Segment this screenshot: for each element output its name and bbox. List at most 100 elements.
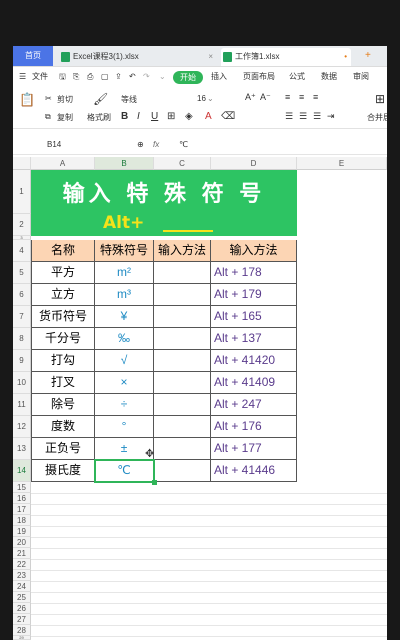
title-banner[interactable]: 输入 特 殊 符 号 Alt+ xyxy=(31,170,297,236)
header-cell-symbol[interactable]: 特殊符号 xyxy=(95,240,154,262)
row-header[interactable]: 8 xyxy=(13,328,31,350)
copy-button[interactable]: 复制 xyxy=(57,112,73,123)
copy-icon[interactable]: ⧉ xyxy=(45,112,51,122)
row-header[interactable]: 26 xyxy=(13,603,31,614)
format-painter-button[interactable]: 格式刷 xyxy=(87,112,111,123)
cell-code[interactable]: Alt + 247 xyxy=(211,394,297,416)
cell-empty[interactable] xyxy=(154,416,211,438)
zoom-icon[interactable]: ⊕ xyxy=(137,136,144,154)
column-header-b[interactable]: B xyxy=(95,157,154,170)
align-middle-icon[interactable]: ≡ xyxy=(299,92,304,102)
align-center-icon[interactable]: ☰ xyxy=(299,111,307,122)
close-icon[interactable]: × xyxy=(208,48,213,66)
align-top-icon[interactable]: ≡ xyxy=(285,92,290,102)
cell-symbol[interactable]: ÷ xyxy=(95,394,154,416)
font-color-icon[interactable]: A xyxy=(205,111,212,122)
column-header-c[interactable]: C xyxy=(154,157,211,170)
menu-page-layout[interactable]: 页面布局 xyxy=(243,67,275,87)
fill-handle[interactable] xyxy=(152,480,157,485)
cell-empty[interactable] xyxy=(154,262,211,284)
row-header[interactable]: 12 xyxy=(13,416,31,438)
new-tab-button[interactable]: + xyxy=(365,46,371,66)
menu-formula[interactable]: 公式 xyxy=(289,67,305,87)
row-header[interactable]: 17 xyxy=(13,504,31,515)
cell-empty[interactable] xyxy=(154,284,211,306)
scissors-icon[interactable]: ✂ xyxy=(45,94,52,103)
cell-name[interactable]: 平方 xyxy=(32,262,95,284)
column-header-d[interactable]: D xyxy=(211,157,297,170)
menu-file[interactable]: 文件 xyxy=(32,67,48,87)
bold-button[interactable]: B xyxy=(121,111,128,122)
cell-empty[interactable] xyxy=(154,350,211,372)
unsaved-dot-icon[interactable]: • xyxy=(344,48,347,66)
font-size-select[interactable]: 16 xyxy=(197,94,206,103)
row-header[interactable]: 29 xyxy=(13,636,31,640)
cell-symbol[interactable]: ° xyxy=(95,416,154,438)
row-header[interactable]: 11 xyxy=(13,394,31,416)
cell-code[interactable]: Alt + 176 xyxy=(211,416,297,438)
cell-name[interactable]: 除号 xyxy=(32,394,95,416)
active-cell-selection[interactable] xyxy=(94,459,155,483)
cell-symbol[interactable]: m³ xyxy=(95,284,154,306)
print-icon[interactable]: ⎙ xyxy=(87,67,93,87)
row-header[interactable]: 15 xyxy=(13,482,31,493)
merge-center-button[interactable]: 合并居中 xyxy=(367,112,387,123)
row-header[interactable]: 1 xyxy=(13,170,31,214)
row-header[interactable]: 23 xyxy=(13,570,31,581)
clear-format-icon[interactable]: ⌫ xyxy=(221,111,235,122)
cell-empty[interactable] xyxy=(154,438,211,460)
row-header[interactable]: 13 xyxy=(13,438,31,460)
font-shrink-icon[interactable]: A⁻ xyxy=(260,92,271,103)
menu-data[interactable]: 数据 xyxy=(321,67,337,87)
cell-code[interactable]: Alt + 41420 xyxy=(211,350,297,372)
row-header[interactable]: 20 xyxy=(13,537,31,548)
cell-name[interactable]: 正负号 xyxy=(32,438,95,460)
column-header-a[interactable]: A xyxy=(31,157,95,170)
cell-symbol[interactable]: m² xyxy=(95,262,154,284)
cell-empty[interactable] xyxy=(154,306,211,328)
row-header[interactable]: 10 xyxy=(13,372,31,394)
cell-code[interactable]: Alt + 165 xyxy=(211,306,297,328)
underline-button[interactable]: U xyxy=(151,111,158,122)
row-header[interactable]: 2 xyxy=(13,214,31,236)
cell-name[interactable]: 立方 xyxy=(32,284,95,306)
hamburger-icon[interactable]: ☰ xyxy=(19,67,26,87)
align-bottom-icon[interactable]: ≡ xyxy=(313,92,318,102)
cell-code[interactable]: Alt + 178 xyxy=(211,262,297,284)
cell-empty[interactable] xyxy=(154,372,211,394)
cell-name[interactable]: 度数 xyxy=(32,416,95,438)
row-header[interactable]: 25 xyxy=(13,592,31,603)
italic-button[interactable]: I xyxy=(137,111,140,122)
row-header[interactable]: 16 xyxy=(13,493,31,504)
save-icon[interactable]: 🖫 xyxy=(59,67,66,87)
row-header[interactable]: 5 xyxy=(13,262,31,284)
row-header[interactable]: 9 xyxy=(13,350,31,372)
row-header[interactable]: 24 xyxy=(13,581,31,592)
row-header[interactable]: 27 xyxy=(13,614,31,625)
cell-symbol[interactable]: × xyxy=(95,372,154,394)
cell-reference-box[interactable]: B14 xyxy=(47,136,61,154)
cell-empty[interactable] xyxy=(154,394,211,416)
column-header-e[interactable]: E xyxy=(297,157,387,170)
cell-name[interactable]: 打勾 xyxy=(32,350,95,372)
cell-code[interactable]: Alt + 41446 xyxy=(211,460,297,482)
cell-name[interactable]: 千分号 xyxy=(32,328,95,350)
row-header[interactable]: 7 xyxy=(13,306,31,328)
cell-code[interactable]: Alt + 177 xyxy=(211,438,297,460)
fx-button[interactable]: fx xyxy=(153,136,159,154)
header-cell-method[interactable]: 输入方法 xyxy=(154,240,211,262)
header-cell-method-2[interactable]: 输入方法 xyxy=(211,240,297,262)
fill-color-icon[interactable]: ◈ xyxy=(185,111,193,122)
tab-home[interactable]: 首页 xyxy=(13,46,53,66)
header-cell-name[interactable]: 名称 xyxy=(32,240,95,262)
formula-input[interactable]: ℃ xyxy=(179,136,188,154)
cell-name[interactable]: 摄氏度 xyxy=(32,460,95,482)
share-icon[interactable]: ⇪ xyxy=(115,67,122,87)
undo-icon[interactable]: ↶ xyxy=(129,67,136,87)
cell-symbol[interactable]: ‰ xyxy=(95,328,154,350)
chevron-down-icon[interactable]: ⌄ xyxy=(207,94,214,103)
row-header[interactable]: 18 xyxy=(13,515,31,526)
menu-insert[interactable]: 插入 xyxy=(211,67,227,87)
cut-button[interactable]: 剪切 xyxy=(57,94,73,105)
row-header[interactable]: 21 xyxy=(13,548,31,559)
